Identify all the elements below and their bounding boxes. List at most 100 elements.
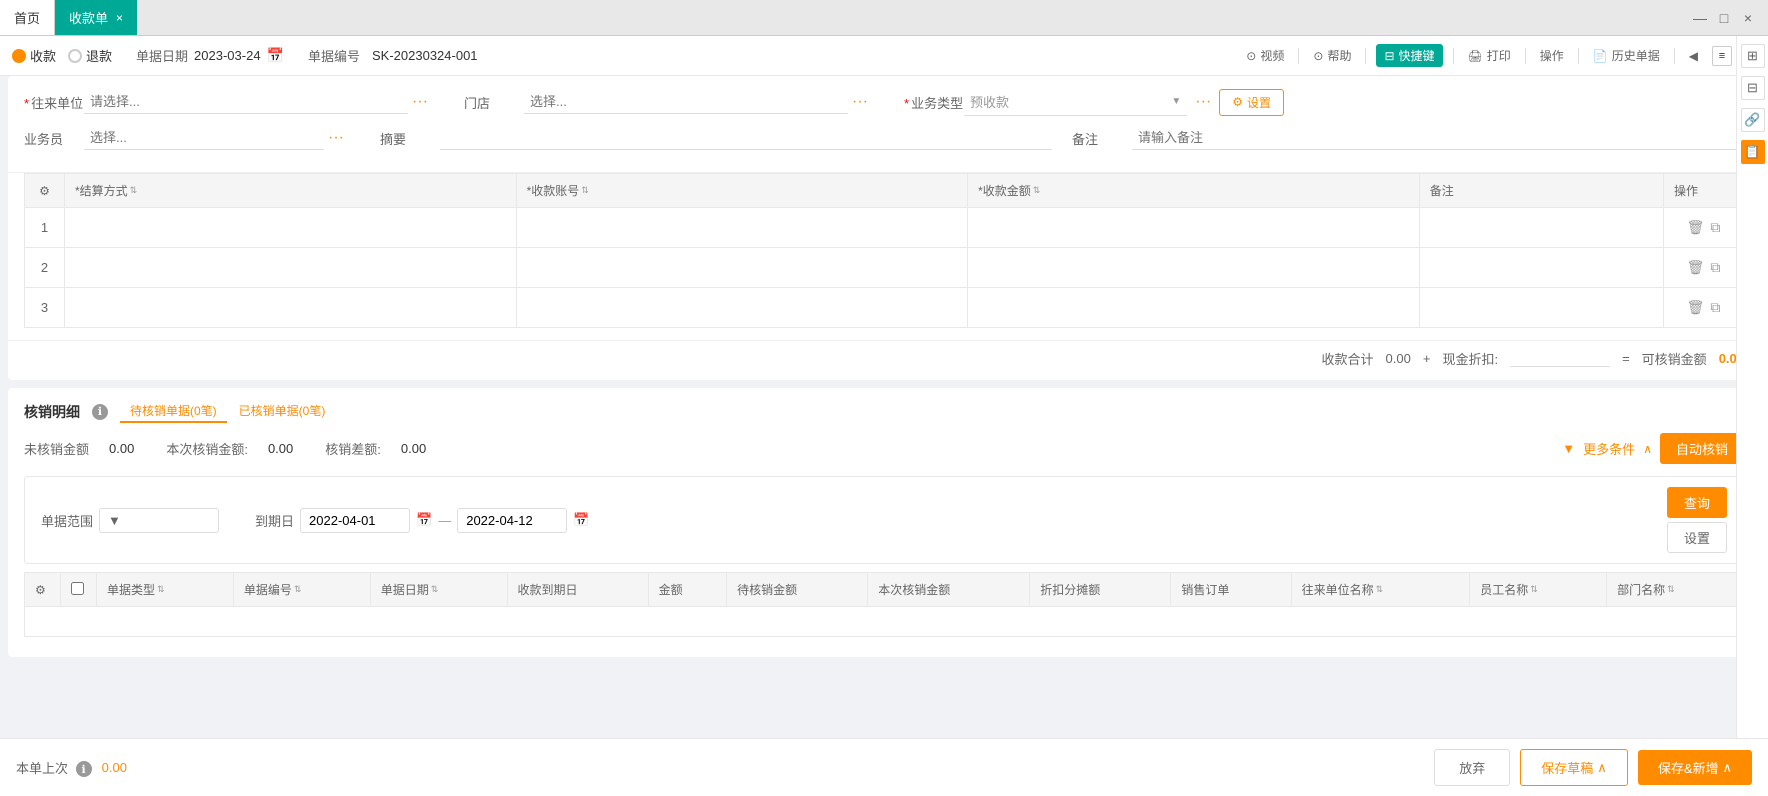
- sort-icon: ⇅: [431, 584, 439, 595]
- date-value: 2023-03-24: [194, 48, 261, 63]
- divider3: [1453, 48, 1454, 64]
- business-type-field: 业务类型 预收款 ▼ ··· ⚙ 设置: [904, 88, 1284, 116]
- query-button[interactable]: 查询: [1667, 487, 1727, 518]
- payment-table: ⚙ *结算方式⇅ *收款账号⇅ *收款金额⇅ 备注 操作: [24, 173, 1744, 328]
- counterpart-input[interactable]: [84, 90, 408, 114]
- sort-icon: ⇅: [130, 185, 138, 196]
- close-button[interactable]: ×: [1740, 10, 1756, 26]
- tab-shoukuan[interactable]: 收款单 ×: [55, 0, 137, 35]
- store-input[interactable]: [524, 90, 848, 114]
- calendar-to-icon[interactable]: 📅: [573, 512, 589, 528]
- delete-row-1-btn[interactable]: 🗑: [1687, 219, 1705, 236]
- writeoff-section: 核销明细 ℹ 待核销单据(0笔) 已核销单据(0笔) 未核销金额 0.00 本次…: [8, 388, 1760, 657]
- row-num-2: 2: [25, 248, 65, 288]
- writeoff-info-icon[interactable]: ℹ: [92, 404, 108, 420]
- total-label2: 现金折扣:: [1442, 349, 1498, 368]
- radio-tuikuan[interactable]: 退款: [68, 46, 112, 65]
- tab-home[interactable]: 首页: [0, 0, 55, 35]
- gear-icon: ⚙: [1232, 95, 1243, 109]
- counterpart-more-icon[interactable]: ···: [412, 93, 428, 111]
- prev-btn[interactable]: ◀: [1685, 49, 1702, 63]
- account-cell-1[interactable]: [516, 208, 968, 248]
- filter-icon[interactable]: ▼: [1562, 441, 1575, 456]
- settlement-cell-1[interactable]: [65, 208, 517, 248]
- help-label: 帮助: [1327, 47, 1351, 64]
- save-draft-label: 保存草稿: [1541, 758, 1593, 777]
- operations-btn[interactable]: 操作: [1536, 47, 1568, 64]
- help-icon: ⊙: [1313, 49, 1323, 63]
- sort-icon: ⇅: [581, 185, 589, 196]
- right-panel: ⊞ ⊟ 🔗 📋: [1736, 36, 1768, 796]
- tab-close-icon[interactable]: ×: [116, 11, 123, 25]
- remarks-cell-1[interactable]: [1419, 208, 1663, 248]
- right-panel-btn4[interactable]: 📋: [1741, 140, 1765, 164]
- salesperson-input[interactable]: [84, 126, 324, 150]
- tab-completed[interactable]: 已核销单据(0笔): [229, 400, 336, 423]
- tab-pending[interactable]: 待核销单据(0笔): [120, 400, 227, 423]
- business-type-more-icon[interactable]: ···: [1195, 93, 1211, 111]
- print-label: 打印: [1487, 47, 1511, 64]
- col-dept-header: 部门名称⇅: [1607, 573, 1744, 607]
- range-select[interactable]: ▼: [99, 508, 219, 533]
- account-cell-2[interactable]: [516, 248, 968, 288]
- remarks-input[interactable]: [1132, 126, 1744, 150]
- video-btn[interactable]: ⊙ 视频: [1242, 47, 1288, 64]
- save-new-button[interactable]: 保存&新增 ∧: [1638, 750, 1752, 785]
- sort-icon: ⇅: [157, 584, 165, 595]
- shortcut-btn[interactable]: ⊟ 快捷键: [1376, 44, 1442, 67]
- bottom-info-icon[interactable]: ℹ: [76, 761, 92, 777]
- delete-row-3-btn[interactable]: 🗑: [1687, 299, 1705, 316]
- history-label: 历史单据: [1612, 47, 1660, 64]
- table-gear-icon[interactable]: ⚙: [39, 184, 50, 198]
- calendar-from-icon[interactable]: 📅: [416, 512, 432, 528]
- writeoff-tabs: 待核销单据(0笔) 已核销单据(0笔): [120, 400, 335, 423]
- store-more-icon[interactable]: ···: [852, 93, 868, 111]
- radio-shoukuan[interactable]: 收款: [12, 46, 56, 65]
- delete-row-2-btn[interactable]: 🗑: [1687, 259, 1705, 276]
- remarks-cell-2[interactable]: [1419, 248, 1663, 288]
- print-btn[interactable]: 🖨 打印: [1464, 47, 1515, 64]
- chevron-up-icon: ∧: [1643, 442, 1652, 456]
- more-conditions-label[interactable]: 更多条件: [1583, 439, 1635, 458]
- amount-cell-3[interactable]: [968, 288, 1420, 328]
- form-settings-button[interactable]: ⚙ 设置: [1219, 89, 1284, 116]
- business-type-select[interactable]: 预收款 ▼: [964, 88, 1187, 116]
- shortcut-icon: ⊟: [1384, 49, 1394, 63]
- copy-row-3-btn[interactable]: ⧉: [1710, 299, 1720, 316]
- radio-tuikuan-circle: [68, 49, 82, 63]
- filter-settings-button[interactable]: 设置: [1667, 522, 1727, 553]
- writeoff-gear-icon[interactable]: ⚙: [35, 583, 46, 597]
- remarks-cell-3[interactable]: [1419, 288, 1663, 328]
- settlement-cell-3[interactable]: [65, 288, 517, 328]
- account-cell-3[interactable]: [516, 288, 968, 328]
- right-panel-btn2[interactable]: ⊟: [1741, 76, 1765, 100]
- copy-row-1-btn[interactable]: ⧉: [1710, 219, 1720, 236]
- save-draft-button[interactable]: 保存草稿 ∧: [1520, 749, 1628, 786]
- date-from-input[interactable]: [300, 508, 410, 533]
- form-row-1: 往来单位 ··· 门店 ··· 业务类型 预收款 ▼ ··· ⚙: [24, 88, 1744, 116]
- summary-input[interactable]: [440, 126, 1052, 150]
- history-btn[interactable]: 📄 历史单据: [1589, 47, 1664, 64]
- minimize-button[interactable]: —: [1692, 10, 1708, 26]
- discard-button[interactable]: 放弃: [1434, 749, 1510, 786]
- select-all-checkbox[interactable]: [71, 582, 84, 595]
- auto-writeoff-button[interactable]: 自动核销: [1660, 433, 1744, 464]
- amount-cell-1[interactable]: [968, 208, 1420, 248]
- sort-icon: ⇅: [1530, 584, 1538, 595]
- date-dash: —: [438, 513, 451, 528]
- cash-discount-input[interactable]: [1510, 351, 1610, 367]
- maximize-button[interactable]: □: [1716, 10, 1732, 26]
- video-label: 视频: [1260, 47, 1284, 64]
- list-view-icon[interactable]: ≡: [1712, 46, 1732, 66]
- right-panel-btn1[interactable]: ⊞: [1741, 44, 1765, 68]
- amount-cell-2[interactable]: [968, 248, 1420, 288]
- salesperson-label: 业务员: [24, 129, 84, 148]
- col-operations-header: 操作: [1664, 174, 1744, 208]
- help-btn[interactable]: ⊙ 帮助: [1309, 47, 1355, 64]
- right-panel-btn3[interactable]: 🔗: [1741, 108, 1765, 132]
- salesperson-more-icon[interactable]: ···: [328, 129, 344, 147]
- settlement-cell-2[interactable]: [65, 248, 517, 288]
- calendar-icon[interactable]: 📅: [267, 47, 284, 64]
- date-to-input[interactable]: [457, 508, 567, 533]
- copy-row-2-btn[interactable]: ⧉: [1710, 259, 1720, 276]
